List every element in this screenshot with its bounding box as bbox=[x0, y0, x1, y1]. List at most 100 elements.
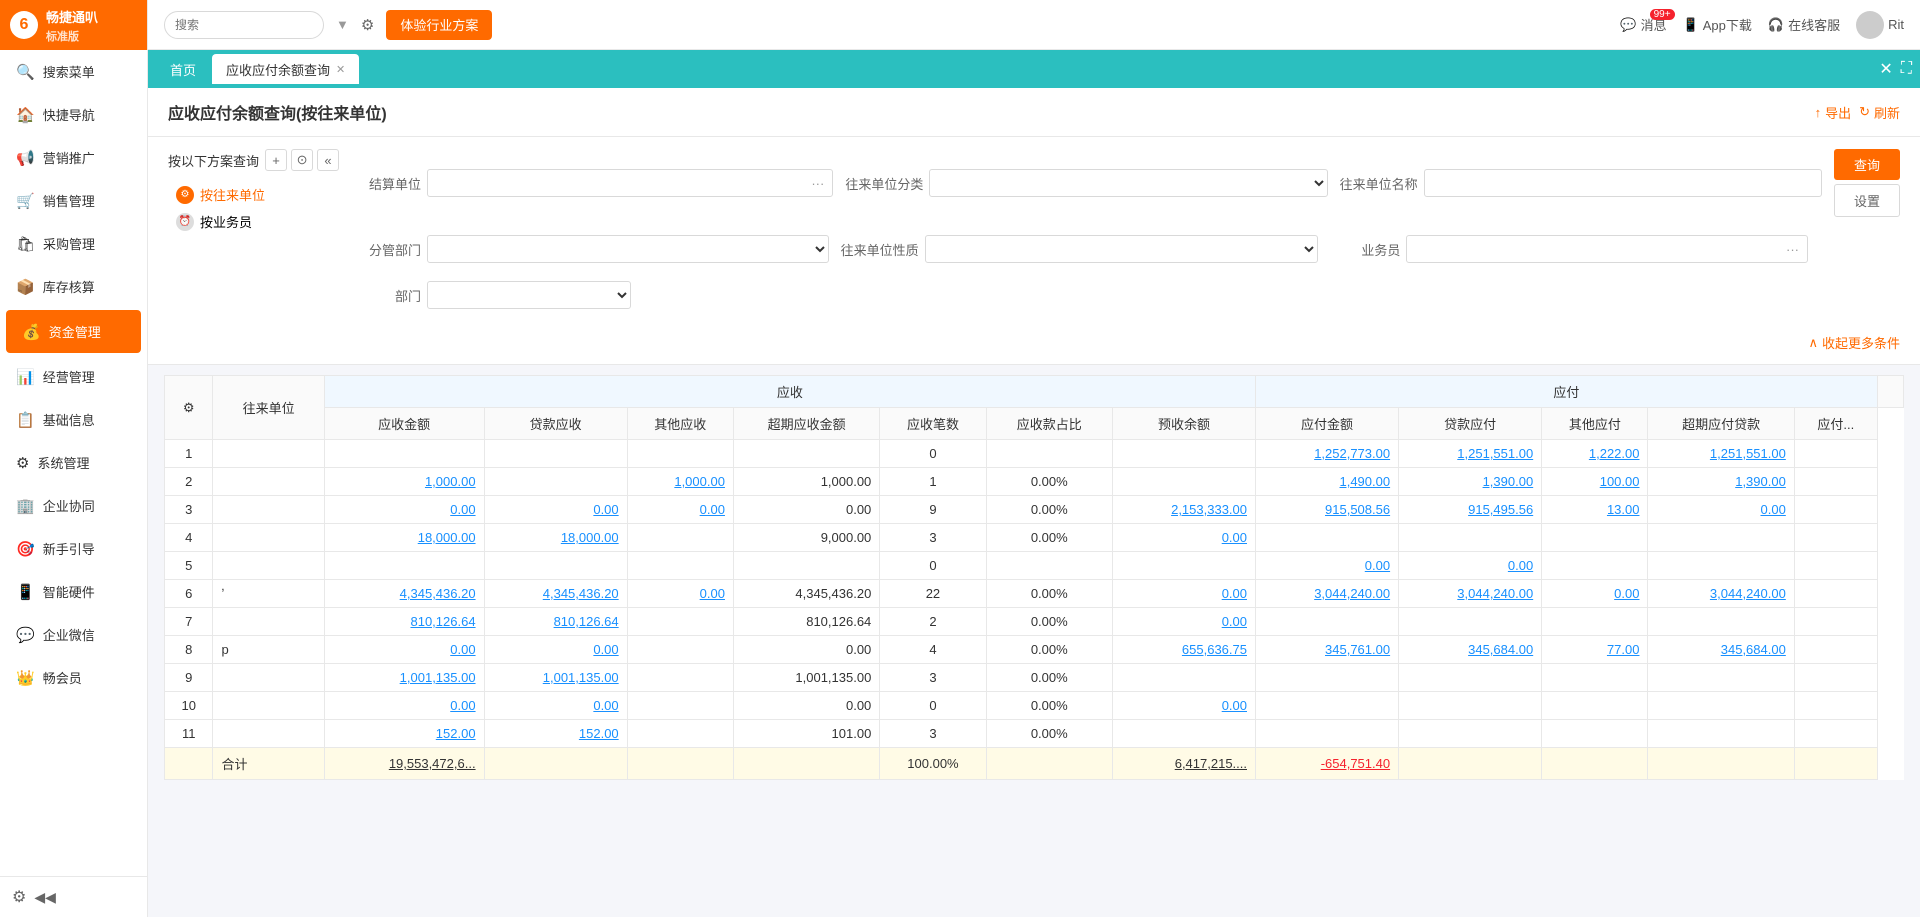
sidebar-item-member[interactable]: 👑畅会员 bbox=[0, 656, 147, 699]
cell-link[interactable]: 1,390.00 bbox=[1735, 474, 1786, 489]
service-item[interactable]: 🎧 在线客服 bbox=[1768, 15, 1840, 34]
collapse-icon[interactable]: ◀◀ bbox=[34, 889, 56, 906]
filter-jsdw-input[interactable]: ··· bbox=[427, 169, 833, 197]
cell-link[interactable]: 0.00 bbox=[1508, 558, 1533, 573]
query-button[interactable]: 查询 bbox=[1834, 149, 1900, 180]
total-ar-prepay[interactable]: 6,417,215.... bbox=[1112, 748, 1255, 780]
tab-ar-ap[interactable]: 应收应付余额查询 ✕ bbox=[212, 54, 359, 84]
cell-link[interactable]: 4,345,436.20 bbox=[543, 586, 619, 601]
cell-link[interactable]: 3,044,240.00 bbox=[1457, 586, 1533, 601]
cell-link[interactable]: 3,044,240.00 bbox=[1314, 586, 1390, 601]
cell-link[interactable]: 1,251,551.00 bbox=[1457, 446, 1533, 461]
cell-link[interactable]: 3,044,240.00 bbox=[1710, 586, 1786, 601]
sidebar-item-enterprise[interactable]: 🏢企业协同 bbox=[0, 484, 147, 527]
cell-link[interactable]: 18,000.00 bbox=[418, 530, 476, 545]
tab-home[interactable]: 首页 bbox=[156, 54, 210, 84]
cell-link[interactable]: 345,761.00 bbox=[1325, 642, 1390, 657]
filter-ywy-input[interactable]: ··· bbox=[1406, 235, 1808, 263]
cell-link[interactable]: 152.00 bbox=[579, 726, 619, 741]
cell-link[interactable]: 1,000.00 bbox=[674, 474, 725, 489]
set-button[interactable]: 设置 bbox=[1834, 184, 1900, 217]
filter-bm-select[interactable] bbox=[427, 281, 631, 309]
total-ap-amount[interactable]: -654,751.40 bbox=[1256, 748, 1399, 780]
maximize-button[interactable]: ⛶ bbox=[1901, 59, 1912, 79]
tab-close-icon[interactable]: ✕ bbox=[336, 63, 345, 76]
cell-link[interactable]: 915,495.56 bbox=[1468, 502, 1533, 517]
cell-link[interactable]: 0.00 bbox=[450, 698, 475, 713]
filter-dwfl-select[interactable] bbox=[929, 169, 1327, 197]
filter-nav-salesman[interactable]: ⏰ 按业务员 bbox=[168, 208, 339, 235]
sidebar-item-finance[interactable]: 💰资金管理 bbox=[6, 310, 141, 353]
topbar-gear-icon[interactable]: ⚙ bbox=[361, 16, 374, 34]
cell-link[interactable]: 1,001,135.00 bbox=[400, 670, 476, 685]
cell-link[interactable]: 1,252,773.00 bbox=[1314, 446, 1390, 461]
sidebar-item-sales[interactable]: 🛒销售管理 bbox=[0, 179, 147, 222]
cell-link[interactable]: 810,126.64 bbox=[410, 614, 475, 629]
query-buttons: 查询 设置 bbox=[1834, 149, 1900, 217]
cell-link[interactable]: 1,390.00 bbox=[1483, 474, 1534, 489]
cell-link[interactable]: 1,251,551.00 bbox=[1710, 446, 1786, 461]
cell-link[interactable]: 345,684.00 bbox=[1468, 642, 1533, 657]
sidebar-item-basic[interactable]: 📋基础信息 bbox=[0, 398, 147, 441]
filter-add-btn[interactable]: + bbox=[265, 149, 287, 171]
cell-link[interactable]: 0.00 bbox=[1222, 698, 1247, 713]
cell-link[interactable]: 345,684.00 bbox=[1721, 642, 1786, 657]
cell-link[interactable]: 1,222.00 bbox=[1589, 446, 1640, 461]
settings-icon[interactable]: ⚙ bbox=[12, 887, 26, 907]
messages-item[interactable]: 💬 消息 99+ bbox=[1620, 15, 1666, 34]
cell-link[interactable]: 0.00 bbox=[1222, 614, 1247, 629]
filter-back-btn[interactable]: « bbox=[317, 149, 339, 171]
sidebar-item-wechat[interactable]: 💬企业微信 bbox=[0, 613, 147, 656]
cell-link[interactable]: 0.00 bbox=[593, 502, 618, 517]
cell-link[interactable]: 1,000.00 bbox=[425, 474, 476, 489]
filter-dwxz-select[interactable] bbox=[925, 235, 1319, 263]
cell-link[interactable]: 0.00 bbox=[700, 586, 725, 601]
close-window-button[interactable]: ✕ bbox=[1879, 59, 1892, 79]
cell-link[interactable]: 655,636.75 bbox=[1182, 642, 1247, 657]
cell-link[interactable]: 152.00 bbox=[436, 726, 476, 741]
filter-fgbm-select[interactable] bbox=[427, 235, 829, 263]
th-gear[interactable]: ⚙ bbox=[165, 376, 213, 440]
cell-link[interactable]: 1,490.00 bbox=[1339, 474, 1390, 489]
cell-link[interactable]: 2,153,333.00 bbox=[1171, 502, 1247, 517]
dropdown-icon[interactable]: ▼ bbox=[336, 17, 349, 32]
app-download-item[interactable]: 📱 App下载 bbox=[1683, 15, 1752, 34]
cell-link[interactable]: 18,000.00 bbox=[561, 530, 619, 545]
cell-link[interactable]: 915,508.56 bbox=[1325, 502, 1390, 517]
sidebar-item-operation[interactable]: 📊经营管理 bbox=[0, 355, 147, 398]
sidebar-item-guide[interactable]: 🎯新手引导 bbox=[0, 527, 147, 570]
sidebar-item-hardware[interactable]: 📱智能硬件 bbox=[0, 570, 147, 613]
user-item[interactable]: Rit bbox=[1856, 11, 1904, 39]
cell-link[interactable]: 810,126.64 bbox=[554, 614, 619, 629]
cell-link[interactable]: 13.00 bbox=[1607, 502, 1640, 517]
cell-link[interactable]: 0.00 bbox=[450, 502, 475, 517]
cell-link[interactable]: 0.00 bbox=[1761, 502, 1786, 517]
refresh-button[interactable]: ↻ 刷新 bbox=[1859, 103, 1900, 122]
cell-link[interactable]: 1,001,135.00 bbox=[543, 670, 619, 685]
sidebar-item-marketing[interactable]: 📢营销推广 bbox=[0, 136, 147, 179]
cell-link[interactable]: 77.00 bbox=[1607, 642, 1640, 657]
cell-link[interactable]: 0.00 bbox=[1614, 586, 1639, 601]
cell-link[interactable]: 4,345,436.20 bbox=[400, 586, 476, 601]
cell-link[interactable]: 0.00 bbox=[593, 698, 618, 713]
filter-nav-partner[interactable]: ⚙ 按往来单位 bbox=[168, 181, 339, 208]
search-input[interactable] bbox=[164, 11, 324, 39]
filter-settings-btn[interactable]: ⊙ bbox=[291, 149, 313, 171]
sidebar-item-warehouse[interactable]: 📦库存核算 bbox=[0, 265, 147, 308]
export-button[interactable]: ↑ 导出 bbox=[1815, 103, 1852, 122]
sidebar-item-system[interactable]: ⚙系统管理 bbox=[0, 441, 147, 484]
cell-link[interactable]: 0.00 bbox=[1222, 530, 1247, 545]
cell-link[interactable]: 0.00 bbox=[1222, 586, 1247, 601]
sidebar-item-purchase[interactable]: 🛍采购管理 bbox=[0, 222, 147, 265]
sidebar-item-quicknav[interactable]: 🏠快捷导航 bbox=[0, 93, 147, 136]
cell-link[interactable]: 0.00 bbox=[593, 642, 618, 657]
filter-dwmc-input[interactable] bbox=[1424, 169, 1822, 197]
sidebar-item-search[interactable]: 🔍搜索菜单 bbox=[0, 50, 147, 93]
cell-link[interactable]: 0.00 bbox=[1365, 558, 1390, 573]
trial-button[interactable]: 体验行业方案 bbox=[386, 10, 492, 40]
cell-link[interactable]: 0.00 bbox=[700, 502, 725, 517]
cell-link[interactable]: 100.00 bbox=[1600, 474, 1640, 489]
total-ar-amount[interactable]: 19,553,472,6... bbox=[324, 748, 484, 780]
cell-link[interactable]: 0.00 bbox=[450, 642, 475, 657]
collapse-btn[interactable]: ∧ 收起更多条件 bbox=[351, 333, 1900, 352]
